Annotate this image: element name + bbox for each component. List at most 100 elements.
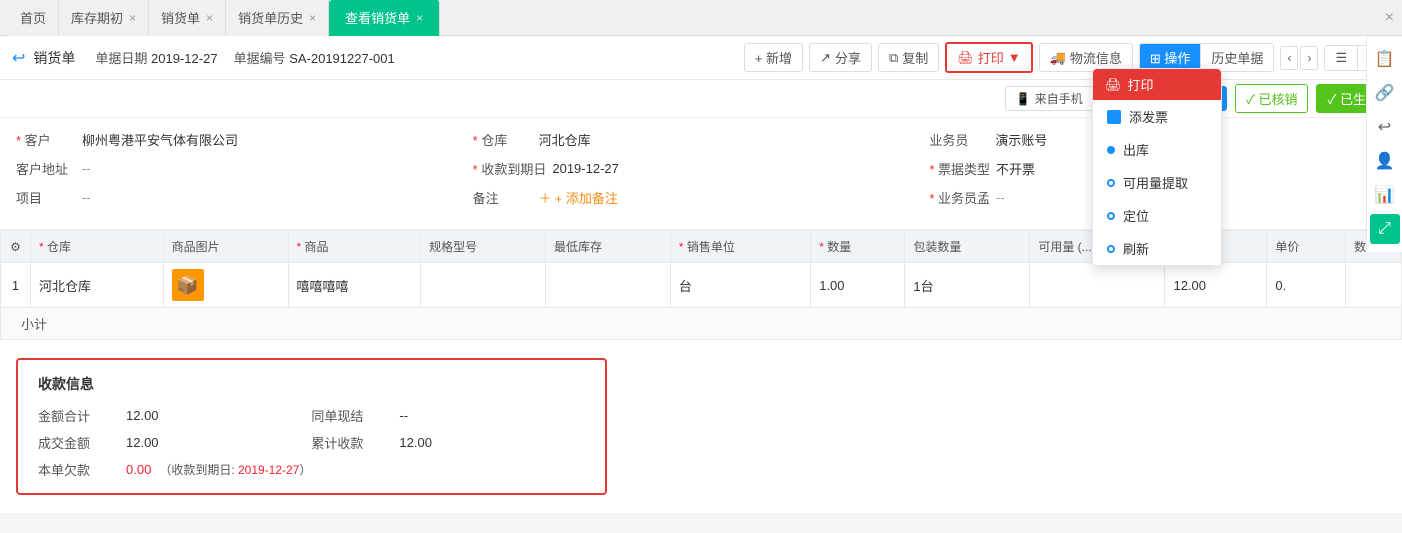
number-label: 单据编号 SA-20191227-001 xyxy=(234,48,395,67)
share-button[interactable]: ↗ 分享 xyxy=(809,43,872,72)
payment-date-field: 收款到期日 2019-12-27 xyxy=(473,159,930,178)
add-note-button[interactable]: ＋ + 添加备注 xyxy=(539,188,618,207)
tab-view-sales[interactable]: 查看销货单 × xyxy=(329,0,440,36)
right-sidebar: 📋 🔗 ↩ 👤 📊 ⤢ xyxy=(1366,36,1402,252)
payment-title: 收款信息 xyxy=(38,374,585,394)
row-num: 1 xyxy=(1,263,31,308)
transaction-amount-value: 12.00 xyxy=(126,435,159,450)
check-icon-2: ✓ xyxy=(1327,92,1336,107)
address-label: 客户地址 xyxy=(16,159,76,178)
staff-value: -- xyxy=(996,190,1005,205)
refresh-icon xyxy=(1107,245,1115,253)
share-icon: ↗ xyxy=(820,50,831,66)
same-order-label: 同单现结 xyxy=(311,406,391,425)
row-package-qty: 1台 xyxy=(905,263,1030,308)
subtotal-row: 小计 xyxy=(1,308,1402,340)
transaction-amount-label: 成交金额 xyxy=(38,433,118,452)
th-min-stock: 最低库存 xyxy=(546,231,671,263)
current-owe-row: 本单欠款 0.00 （收款到期日: 2019-12-27） xyxy=(38,460,311,479)
tab-sales[interactable]: 销货单 × xyxy=(149,0,226,36)
sidebar-icon-3[interactable]: ↩ xyxy=(1370,112,1400,142)
row-spec xyxy=(421,263,546,308)
tab-home[interactable]: 首页 xyxy=(8,0,59,36)
outbound-item[interactable]: 出库 xyxy=(1093,133,1221,166)
location-icon xyxy=(1107,212,1115,220)
next-button[interactable]: › xyxy=(1300,46,1318,70)
dropdown-arrow-icon: ▼ xyxy=(1008,50,1021,65)
cumulative-payment-value: 12.00 xyxy=(399,435,432,450)
sidebar-icon-expand[interactable]: ⤢ xyxy=(1370,214,1400,244)
tab-sales-history[interactable]: 销货单历史 × xyxy=(226,0,329,36)
payment-date-value: 2019-12-27 xyxy=(552,161,619,176)
tab-sales-close[interactable]: × xyxy=(206,11,213,25)
sold-button[interactable]: ✓ 已核销 xyxy=(1235,84,1309,113)
number-value: SA-20191227-001 xyxy=(289,51,395,66)
operations-dropdown: 🖨 打印 添发票 出库 可用量提取 定位 刷新 xyxy=(1092,68,1222,266)
history-button[interactable]: 历史单据 xyxy=(1201,44,1273,71)
transaction-amount-row: 成交金额 12.00 xyxy=(38,433,311,452)
print-dropdown-icon: 🖨 xyxy=(1105,77,1122,93)
project-value: -- xyxy=(82,190,91,205)
th-package-qty: 包装数量 xyxy=(905,231,1030,263)
same-order-value: -- xyxy=(399,408,408,423)
row-stock: 12.00 xyxy=(1165,263,1267,308)
tab-bar: 首页 库存期初 × 销货单 × 销货单历史 × 查看销货单 × × xyxy=(0,0,1402,36)
available-pickup-item[interactable]: 可用量提取 xyxy=(1093,166,1221,199)
list-view-button[interactable]: ☰ xyxy=(1325,46,1358,70)
add-invoice-icon xyxy=(1107,110,1121,124)
prev-button[interactable]: ‹ xyxy=(1280,46,1298,70)
copy-button[interactable]: ⧉ 复制 xyxy=(878,43,939,72)
window-close-button[interactable]: × xyxy=(1385,9,1394,27)
from-phone-button[interactable]: 📱 来自手机 xyxy=(1005,86,1094,111)
refresh-item[interactable]: 刷新 xyxy=(1093,232,1221,265)
th-quantity: 数量 xyxy=(811,231,905,263)
project-field: 项目 -- xyxy=(16,188,473,207)
th-image: 商品图片 xyxy=(163,231,288,263)
ticket-type-value: 不开票 xyxy=(996,159,1035,178)
current-owe-value: 0.00 xyxy=(126,462,151,477)
cumulative-payment-row: 累计收款 12.00 xyxy=(311,433,584,452)
amount-total-row: 金额合计 12.00 xyxy=(38,406,311,425)
add-invoice-item[interactable]: 添发票 xyxy=(1093,100,1221,133)
note-label: 备注 xyxy=(473,188,533,207)
operations-button[interactable]: ⊞ 操作 xyxy=(1140,44,1202,71)
subtotal-label: 小计 xyxy=(1,308,1402,340)
project-label: 项目 xyxy=(16,188,76,207)
th-settings[interactable]: ⚙ xyxy=(1,231,31,263)
tab-view-sales-close[interactable]: × xyxy=(416,11,423,25)
location-item[interactable]: 定位 xyxy=(1093,199,1221,232)
sidebar-icon-1[interactable]: 📋 xyxy=(1370,44,1400,74)
warehouse-label: 仓库 xyxy=(473,130,533,149)
address-field: 客户地址 -- xyxy=(16,159,473,178)
sidebar-icon-2[interactable]: 🔗 xyxy=(1370,78,1400,108)
sidebar-icon-4[interactable]: 👤 xyxy=(1370,146,1400,176)
tab-sales-history-close[interactable]: × xyxy=(309,11,316,25)
date-value: 2019-12-27 xyxy=(151,51,218,66)
staff-label: 业务员孟 xyxy=(929,188,990,207)
row-min-stock xyxy=(546,263,671,308)
amount-total-value: 12.00 xyxy=(126,408,159,423)
payment-section: 收款信息 金额合计 12.00 同单现结 -- 成交金额 12.00 累计收款 … xyxy=(0,340,1402,513)
th-unit: 销售单位 xyxy=(670,231,810,263)
salesperson-label: 业务员 xyxy=(929,130,989,149)
row-quantity: 1.00 xyxy=(811,263,905,308)
payment-date-label: 收款到期日 xyxy=(473,159,547,178)
new-button[interactable]: + 新增 xyxy=(744,43,803,72)
amount-total-label: 金额合计 xyxy=(38,406,118,425)
plus-icon: ＋ xyxy=(539,188,552,207)
th-price: 单价 xyxy=(1267,231,1346,263)
doc-meta: 单据日期 2019-12-27 单据编号 SA-20191227-001 xyxy=(95,48,394,67)
tab-inventory-close[interactable]: × xyxy=(129,11,136,25)
same-order-row: 同单现结 -- xyxy=(311,406,584,425)
sidebar-icon-5[interactable]: 📊 xyxy=(1370,180,1400,210)
ticket-type-label: 票据类型 xyxy=(929,159,990,178)
row-image: 📦 xyxy=(163,263,288,308)
th-product: 商品 xyxy=(288,231,421,263)
table-row: 1 河北仓库 📦 嘻嘻嘻嘻 台 1.00 1台 12.00 0. xyxy=(1,263,1402,308)
logistics-icon: 🚚 xyxy=(1050,50,1066,66)
print-button[interactable]: 🖨 打印 ▼ xyxy=(945,42,1032,73)
customer-field: 客户 柳州粤港平安气体有限公司 xyxy=(16,130,473,149)
warehouse-value: 河北仓库 xyxy=(539,130,591,149)
tab-inventory[interactable]: 库存期初 × xyxy=(59,0,149,36)
customer-label: 客户 xyxy=(16,130,76,149)
